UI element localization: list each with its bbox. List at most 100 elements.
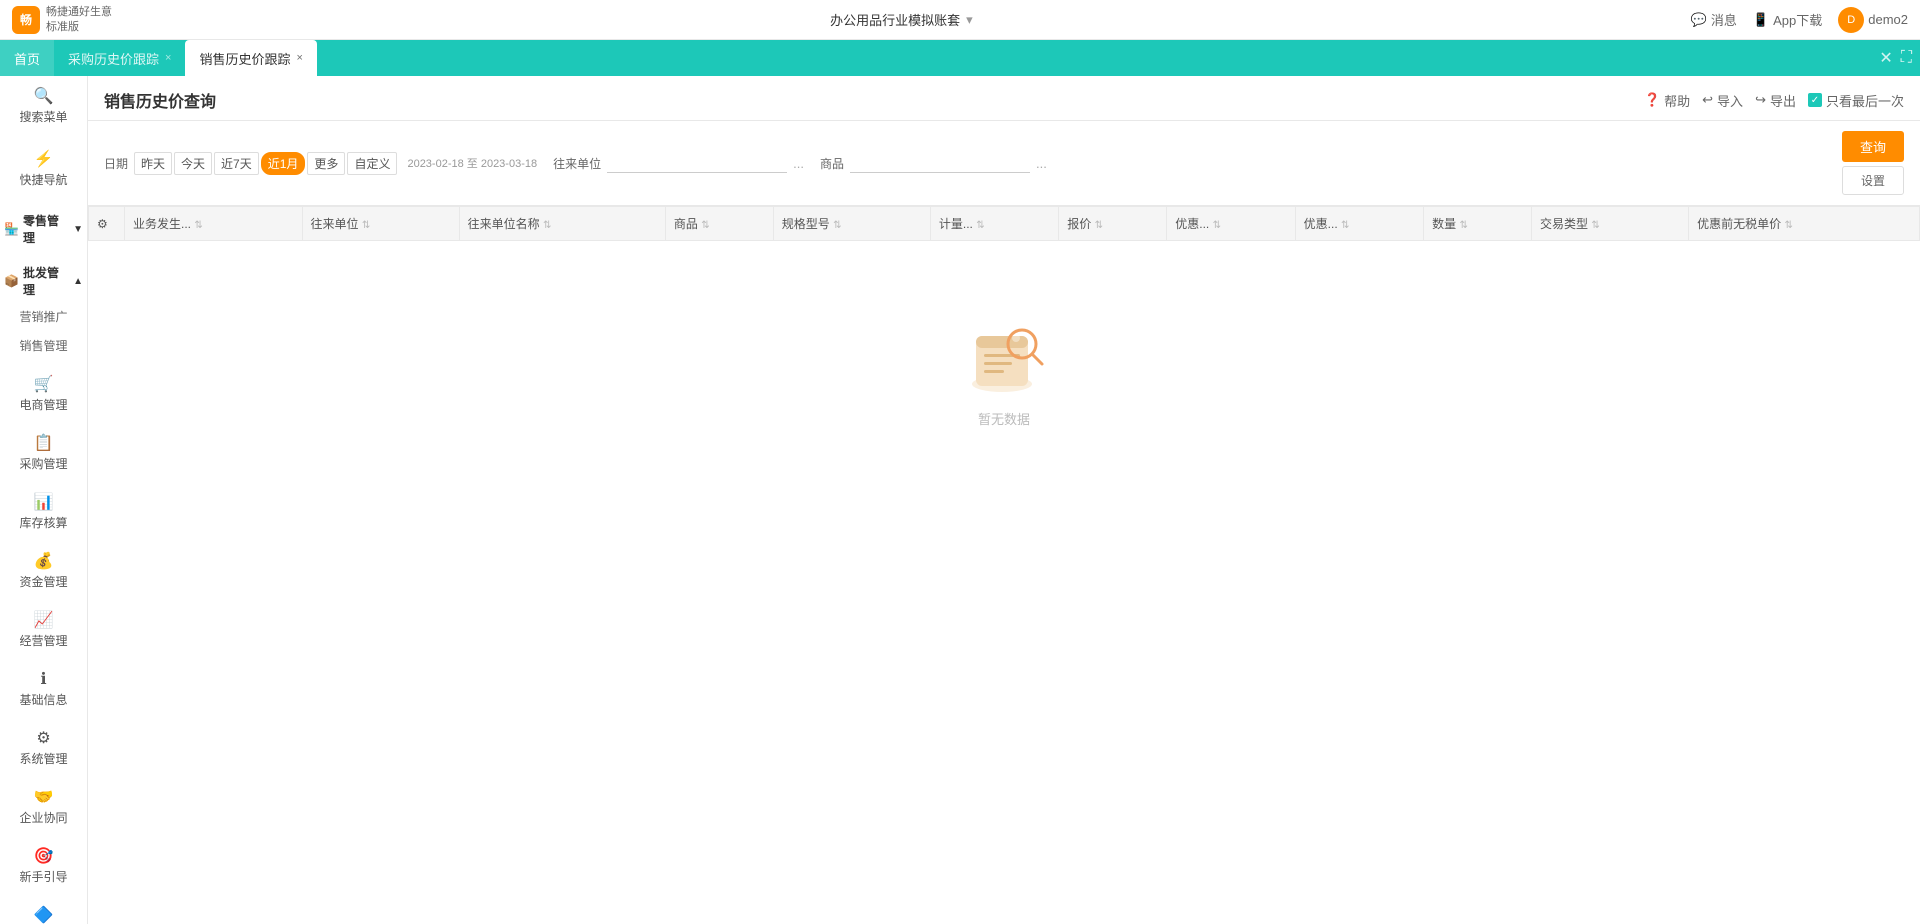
sidebar-item-operations[interactable]: 📈 经营管理 [0, 600, 87, 659]
filter-bar: 日期 昨天 今天 近7天 近1月 更多 自定义 2023-02-18 至 202… [88, 121, 1920, 206]
user-menu[interactable]: D demo2 [1838, 7, 1908, 33]
col-unit[interactable]: 计量... ⇅ [930, 207, 1058, 241]
date-btn-yesterday[interactable]: 昨天 [134, 152, 172, 175]
retail-icon: 🏪 [4, 222, 19, 236]
filter-goods-group: 商品 ... [820, 154, 1047, 173]
col-partner-name[interactable]: 往来单位名称 ⇅ [459, 207, 665, 241]
sidebar-item-collab[interactable]: 🤝 企业协同 [0, 777, 87, 836]
tab-purchase-close[interactable]: × [165, 52, 171, 64]
retail-arrow: ▼ [73, 224, 83, 235]
date-label: 日期 [104, 155, 128, 172]
tab-close-all-icon[interactable]: ✕ [1879, 48, 1892, 68]
appcenter-icon: 🔷 [34, 905, 54, 924]
sidebar-item-finance[interactable]: 💰 资金管理 [0, 541, 87, 600]
col-pretax-price[interactable]: 优惠前无税单价 ⇅ [1689, 207, 1920, 241]
newbie-icon: 🎯 [34, 846, 54, 866]
logo-area: 畅 畅捷通好生意 标准版 [12, 5, 112, 34]
filter-date-group: 日期 昨天 今天 近7天 近1月 更多 自定义 2023-02-18 至 202… [104, 152, 537, 175]
inventory-icon: 📊 [34, 492, 54, 512]
filter-right-buttons: 查询 设置 [1842, 131, 1904, 195]
export-icon: ↪ [1755, 92, 1766, 108]
empty-text: 暂无数据 [978, 409, 1030, 428]
date-btn-7days[interactable]: 近7天 [214, 152, 259, 175]
sidebar-item-wholesale[interactable]: 📦 批发管理 ▲ [0, 254, 87, 302]
operations-icon: 📈 [34, 610, 54, 630]
date-btn-more[interactable]: 更多 [307, 152, 345, 175]
wholesale-arrow: ▲ [73, 276, 83, 287]
message-icon: 💬 [1691, 12, 1707, 28]
page-header: 销售历史价查询 ❓ 帮助 ↩ 导入 ↪ 导出 ✓ 只看最后一次 [88, 76, 1920, 121]
col-partner-code[interactable]: 往来单位 ⇅ [302, 207, 459, 241]
help-icon: ❓ [1644, 92, 1660, 108]
tab-sales-close[interactable]: × [296, 52, 302, 64]
col-trade-type[interactable]: 交易类型 ⇅ [1532, 207, 1689, 241]
col-discount1[interactable]: 优惠... ⇅ [1167, 207, 1295, 241]
tab-sales-history[interactable]: 销售历史价跟踪 × [185, 40, 316, 76]
basics-icon: ℹ [40, 669, 46, 689]
partner-input[interactable] [607, 154, 787, 173]
settings-btn[interactable]: 设置 [1842, 166, 1904, 195]
only-last-checkbox[interactable]: ✓ 只看最后一次 [1808, 91, 1904, 110]
sidebar-item-marketing[interactable]: 营销推广 [0, 302, 87, 331]
sidebar-item-purchase[interactable]: 📋 采购管理 [0, 423, 87, 482]
sidebar-item-sales[interactable]: 销售管理 [0, 331, 87, 360]
sidebar-item-search[interactable]: 🔍 搜索菜单 [0, 76, 87, 135]
sidebar-item-appcenter[interactable]: 🔷 应用中心 [0, 895, 87, 924]
date-range-text: 2023-02-18 至 2023-03-18 [407, 155, 537, 171]
import-btn[interactable]: ↩ 导入 [1702, 91, 1743, 110]
sidebar-item-basics[interactable]: ℹ 基础信息 [0, 659, 87, 718]
quicknav-icon: ⚡ [34, 149, 54, 169]
goods-input[interactable] [850, 154, 1030, 173]
col-spec[interactable]: 规格型号 ⇅ [773, 207, 930, 241]
col-discount2[interactable]: 优惠... ⇅ [1295, 207, 1423, 241]
sidebar-item-quicknav[interactable]: ⚡ 快捷导航 [0, 139, 87, 198]
date-buttons: 昨天 今天 近7天 近1月 更多 自定义 [134, 152, 397, 175]
workspace-label: 办公用品行业模拟账套 [830, 10, 960, 29]
help-btn[interactable]: ❓ 帮助 [1644, 91, 1690, 110]
sidebar-item-inventory[interactable]: 📊 库存核算 [0, 482, 87, 541]
import-icon: ↩ [1702, 92, 1713, 108]
page-title: 销售历史价查询 [104, 88, 216, 112]
tab-home[interactable]: 首页 [0, 40, 54, 76]
empty-illustration [954, 316, 1054, 406]
logo-icon: 畅 [12, 6, 40, 34]
content-area: 销售历史价查询 ❓ 帮助 ↩ 导入 ↪ 导出 ✓ 只看最后一次 [88, 76, 1920, 924]
goods-label: 商品 [820, 155, 844, 172]
finance-icon: 💰 [34, 551, 54, 571]
collab-icon: 🤝 [34, 787, 54, 807]
sidebar-item-retail[interactable]: 🏪 零售管理 ▼ [0, 202, 87, 250]
sidebar-item-newbie[interactable]: 🎯 新手引导 [0, 836, 87, 895]
query-btn[interactable]: 查询 [1842, 131, 1904, 162]
partner-dots[interactable]: ... [793, 156, 804, 171]
checkbox-teal-icon: ✓ [1808, 93, 1822, 107]
col-goods[interactable]: 商品 ⇅ [665, 207, 773, 241]
col-biz-date[interactable]: 业务发生... ⇅ [125, 207, 303, 241]
search-icon: 🔍 [34, 86, 54, 106]
page-actions: ❓ 帮助 ↩ 导入 ↪ 导出 ✓ 只看最后一次 [1644, 91, 1904, 110]
goods-dots[interactable]: ... [1036, 156, 1047, 171]
sidebar-item-ecommerce[interactable]: 🛒 电商管理 [0, 364, 87, 423]
col-quantity[interactable]: 数量 ⇅ [1424, 207, 1532, 241]
data-table: ⚙ 业务发生... ⇅ 往来单位 ⇅ 往来单位名称 ⇅ 商品 ⇅ 规格型号 ⇅ … [88, 206, 1920, 241]
col-gear[interactable]: ⚙ [89, 207, 125, 241]
main-layout: 🔍 搜索菜单 ⚡ 快捷导航 🏪 零售管理 ▼ 📦 批发管理 ▲ 营销推广 销售管… [0, 76, 1920, 924]
sidebar: 🔍 搜索菜单 ⚡ 快捷导航 🏪 零售管理 ▼ 📦 批发管理 ▲ 营销推广 销售管… [0, 76, 88, 924]
logo-text: 畅捷通好生意 标准版 [46, 5, 112, 34]
app-download-btn[interactable]: 📱 App下载 [1753, 10, 1822, 29]
app-download-icon: 📱 [1753, 12, 1769, 28]
top-bar-center: 办公用品行业模拟账套 ▾ [830, 10, 973, 29]
date-btn-1month[interactable]: 近1月 [261, 152, 306, 175]
wholesale-icon: 📦 [4, 274, 19, 288]
empty-image [954, 321, 1054, 401]
date-btn-today[interactable]: 今天 [174, 152, 212, 175]
sidebar-item-system[interactable]: ⚙ 系统管理 [0, 718, 87, 777]
avatar: D [1838, 7, 1864, 33]
export-btn[interactable]: ↪ 导出 [1755, 91, 1796, 110]
tab-bar: 首页 采购历史价跟踪 × 销售历史价跟踪 × ✕ ⛶ [0, 40, 1920, 76]
message-btn[interactable]: 💬 消息 [1691, 10, 1737, 29]
date-btn-custom[interactable]: 自定义 [347, 152, 397, 175]
col-quoted-price[interactable]: 报价 ⇅ [1059, 207, 1167, 241]
workspace-dropdown-icon[interactable]: ▾ [966, 12, 973, 28]
tab-maximize-icon[interactable]: ⛶ [1901, 49, 1912, 67]
tab-purchase-history[interactable]: 采购历史价跟踪 × [54, 40, 185, 76]
